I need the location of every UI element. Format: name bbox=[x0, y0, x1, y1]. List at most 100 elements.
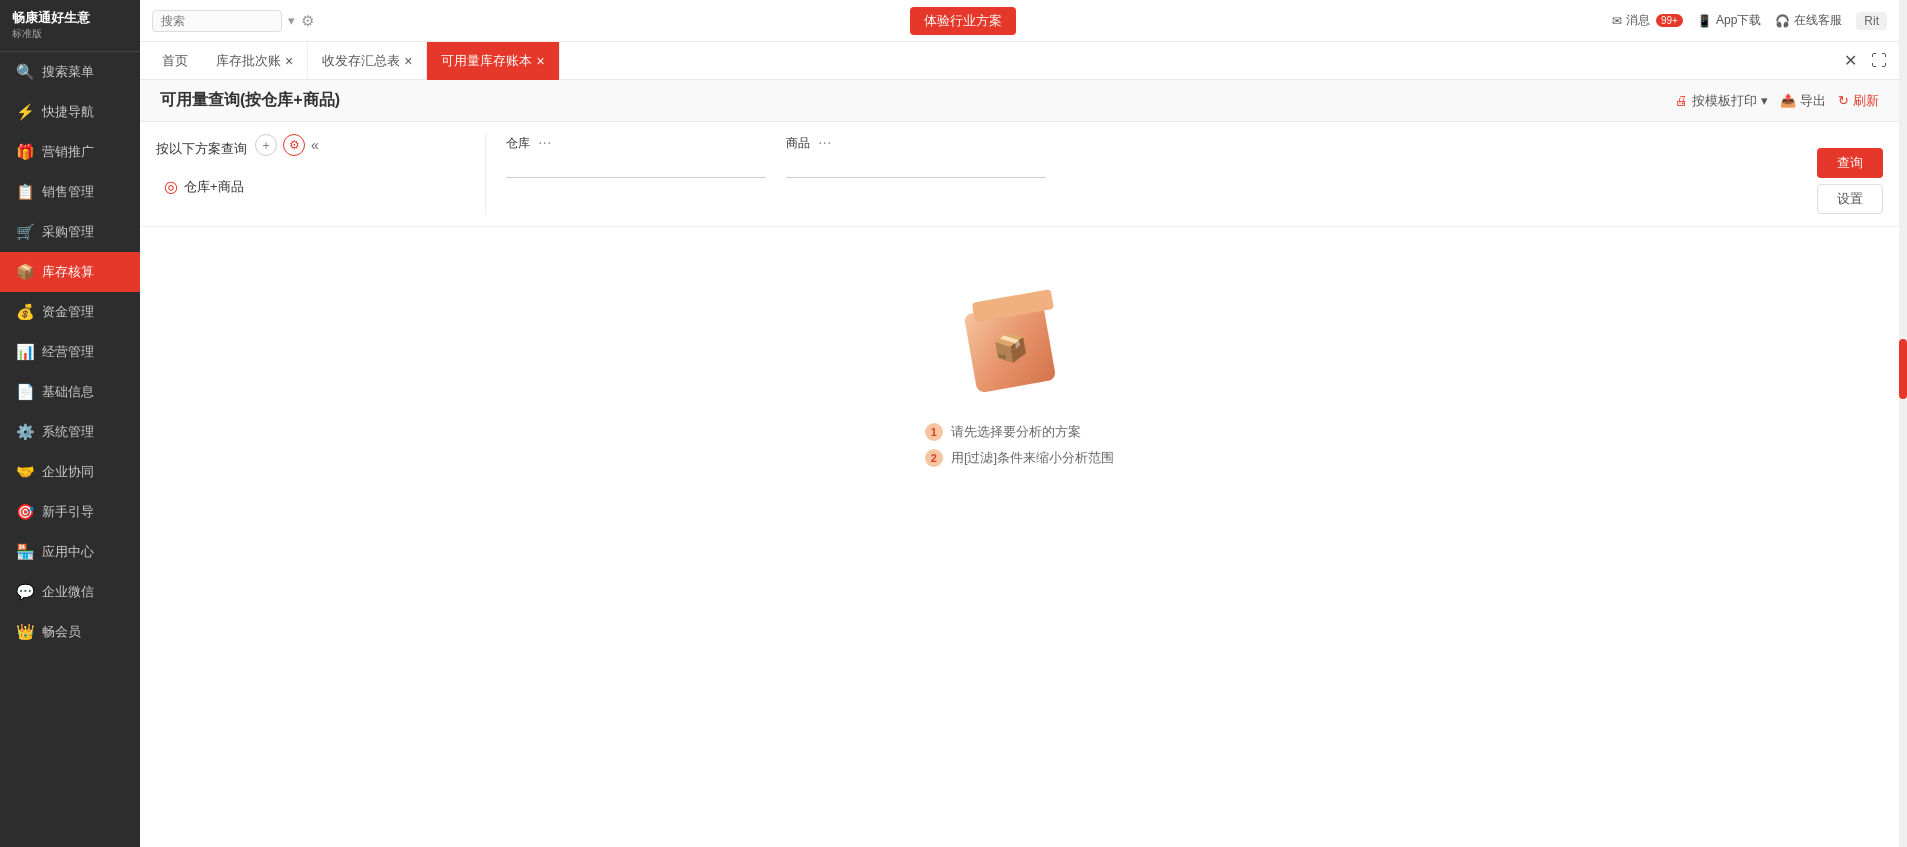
filter-area: 按以下方案查询 ＋ ⚙ « ◎ 仓库+商品 仓库 ··· bbox=[140, 122, 1899, 227]
top-search-input[interactable] bbox=[152, 10, 282, 32]
sidebar-icon-member: 👑 bbox=[16, 623, 34, 641]
tip-num-2: 2 bbox=[925, 449, 943, 467]
sidebar-item-enterprise[interactable]: 🤝企业协同 bbox=[0, 452, 140, 492]
sidebar-label-enterprise: 企业协同 bbox=[42, 463, 94, 481]
brand-name: 畅康通好生意 bbox=[12, 10, 128, 27]
empty-tip-1: 1 请先选择要分析的方案 bbox=[925, 423, 1114, 441]
header-left: ▾ ⚙ bbox=[152, 10, 314, 32]
tab-right-actions: ✕ ⛶ bbox=[1840, 47, 1891, 74]
edit-scheme-button[interactable]: ⚙ bbox=[283, 134, 305, 156]
sidebar-icon-finance: 💰 bbox=[16, 303, 34, 321]
sidebar-item-system[interactable]: ⚙️系统管理 bbox=[0, 412, 140, 452]
scheme-item-warehouse-goods[interactable]: ◎ 仓库+商品 bbox=[156, 172, 473, 201]
refresh-icon: ↻ bbox=[1838, 93, 1849, 108]
sidebar-icon-marketing: 🎁 bbox=[16, 143, 34, 161]
empty-face-icon: 📦 bbox=[989, 328, 1029, 367]
sidebar-item-inventory[interactable]: 📦库存核算 bbox=[0, 252, 140, 292]
empty-state: 📦 1 请先选择要分析的方案 2 用[过滤]条件来缩小分析范围 bbox=[140, 227, 1899, 547]
sidebar-item-quick-nav[interactable]: ⚡快捷导航 bbox=[0, 92, 140, 132]
empty-box-graphic: 📦 bbox=[963, 301, 1056, 394]
tab-batch-account-label: 库存批次账 bbox=[216, 52, 281, 70]
header-right: ✉ 消息 99+ 📱 App下载 🎧 在线客服 Rit bbox=[1612, 12, 1887, 30]
sidebar-icon-appstore: 🏪 bbox=[16, 543, 34, 561]
sidebar-item-sales[interactable]: 📋销售管理 bbox=[0, 172, 140, 212]
sidebar-item-search[interactable]: 🔍 搜索菜单 bbox=[0, 52, 140, 92]
sidebar-icon-basic: 📄 bbox=[16, 383, 34, 401]
scrollbar-thumb[interactable] bbox=[1899, 339, 1907, 399]
tab-fullscreen-button[interactable]: ⛶ bbox=[1867, 48, 1891, 74]
sidebar-item-guide[interactable]: 🎯新手引导 bbox=[0, 492, 140, 532]
tip-text-1: 请先选择要分析的方案 bbox=[951, 423, 1081, 441]
tab-home[interactable]: 首页 bbox=[148, 42, 202, 80]
export-action[interactable]: 📤 导出 bbox=[1780, 92, 1826, 110]
tab-available-ledger-close[interactable]: × bbox=[536, 53, 544, 69]
app-download-label: App下载 bbox=[1716, 12, 1761, 29]
settings-icon[interactable]: ⚙ bbox=[301, 12, 314, 30]
scheme-icon: ◎ bbox=[164, 177, 178, 196]
sidebar-item-purchase[interactable]: 🛒 采购管理 bbox=[0, 212, 140, 252]
export-label: 导出 bbox=[1800, 92, 1826, 110]
filter-right-actions: 查询 设置 bbox=[1817, 134, 1883, 214]
tab-receipt-summary-label: 收发存汇总表 bbox=[322, 52, 400, 70]
trial-button[interactable]: 体验行业方案 bbox=[910, 7, 1016, 35]
warehouse-dots-button[interactable]: ··· bbox=[538, 134, 551, 152]
sidebar-label-search: 搜索菜单 bbox=[42, 63, 94, 81]
scheme-item-label: 仓库+商品 bbox=[184, 178, 244, 196]
sidebar-label-wechat: 企业微信 bbox=[42, 583, 94, 601]
dropdown-icon[interactable]: ▾ bbox=[288, 13, 295, 28]
warehouse-input[interactable] bbox=[506, 156, 766, 178]
sidebar-label-inventory: 库存核算 bbox=[42, 263, 94, 281]
sidebar-nav: 🔍 搜索菜单 ⚡快捷导航🎁营销推广📋销售管理 🛒 采购管理 📦库存核算💰资金管理📊经营管理… bbox=[0, 52, 140, 847]
page-content: 可用量查询(按仓库+商品) 🖨 按模板打印 ▾ 📤 导出 ↻ 刷新 bbox=[140, 80, 1899, 847]
sidebar-item-marketing[interactable]: 🎁营销推广 bbox=[0, 132, 140, 172]
tab-available-ledger[interactable]: 可用量库存账本 × bbox=[427, 42, 559, 80]
tab-available-ledger-label: 可用量库存账本 bbox=[441, 52, 532, 70]
sidebar-item-member[interactable]: 👑畅会员 bbox=[0, 612, 140, 652]
sidebar: 畅康通好生意 标准版 🔍 搜索菜单 ⚡快捷导航🎁营销推广📋销售管理 🛒 采购管理 📦库存核… bbox=[0, 0, 140, 847]
sidebar-item-finance[interactable]: 💰资金管理 bbox=[0, 292, 140, 332]
refresh-action[interactable]: ↻ 刷新 bbox=[1838, 92, 1879, 110]
online-service-action[interactable]: 🎧 在线客服 bbox=[1775, 12, 1842, 29]
goods-filter-field: 商品 ··· bbox=[786, 134, 1046, 178]
phone-icon: 📱 bbox=[1697, 14, 1712, 28]
tip-text-2: 用[过滤]条件来缩小分析范围 bbox=[951, 449, 1114, 467]
goods-input[interactable] bbox=[786, 156, 1046, 178]
print-action[interactable]: 🖨 按模板打印 ▾ bbox=[1675, 92, 1768, 110]
app-download-action[interactable]: 📱 App下载 bbox=[1697, 12, 1761, 29]
tab-close-button[interactable]: ✕ bbox=[1840, 47, 1861, 74]
page-header-actions: 🖨 按模板打印 ▾ 📤 导出 ↻ 刷新 bbox=[1675, 92, 1879, 110]
tab-receipt-summary-close[interactable]: × bbox=[404, 53, 412, 69]
sidebar-item-operations[interactable]: 📊经营管理 bbox=[0, 332, 140, 372]
tab-batch-account-close[interactable]: × bbox=[285, 53, 293, 69]
sidebar-item-appstore[interactable]: 🏪应用中心 bbox=[0, 532, 140, 572]
add-scheme-button[interactable]: ＋ bbox=[255, 134, 277, 156]
goods-label: 商品 ··· bbox=[786, 134, 1046, 152]
tab-receipt-summary[interactable]: 收发存汇总表 × bbox=[308, 42, 427, 80]
tab-batch-account[interactable]: 库存批次账 × bbox=[202, 42, 308, 80]
query-button[interactable]: 查询 bbox=[1817, 148, 1883, 178]
settings-button[interactable]: 设置 bbox=[1817, 184, 1883, 214]
headset-icon: 🎧 bbox=[1775, 14, 1790, 28]
collapse-button[interactable]: « bbox=[311, 137, 319, 153]
print-dropdown-icon[interactable]: ▾ bbox=[1761, 93, 1768, 108]
filter-title: 按以下方案查询 ＋ ⚙ « bbox=[156, 134, 473, 164]
goods-dots-button[interactable]: ··· bbox=[818, 134, 831, 152]
message-action[interactable]: ✉ 消息 99+ bbox=[1612, 12, 1683, 29]
sidebar-item-basic[interactable]: 📄 基础信息 bbox=[0, 372, 140, 412]
tabs-bar: 首页 库存批次账 × 收发存汇总表 × 可用量库存账本 × ✕ ⛶ bbox=[140, 42, 1899, 80]
message-label: 消息 bbox=[1626, 12, 1650, 29]
sidebar-icon-purchase: 🛒 bbox=[16, 223, 34, 241]
sidebar-item-wechat[interactable]: 💬 企业微信 bbox=[0, 572, 140, 612]
sidebar-icon-wechat: 💬 bbox=[16, 583, 34, 601]
refresh-label: 刷新 bbox=[1853, 92, 1879, 110]
sidebar-icon-sales: 📋 bbox=[16, 183, 34, 201]
right-scrollbar[interactable] bbox=[1899, 0, 1907, 847]
empty-tip-2: 2 用[过滤]条件来缩小分析范围 bbox=[925, 449, 1114, 467]
sidebar-label-purchase: 采购管理 bbox=[42, 223, 94, 241]
sidebar-header: 畅康通好生意 标准版 bbox=[0, 0, 140, 52]
sidebar-label-basic: 基础信息 bbox=[42, 383, 94, 401]
sidebar-icon-search: 🔍 bbox=[16, 63, 34, 81]
message-badge: 99+ bbox=[1656, 14, 1683, 27]
warehouse-filter-field: 仓库 ··· bbox=[506, 134, 766, 178]
user-avatar[interactable]: Rit bbox=[1856, 12, 1887, 30]
